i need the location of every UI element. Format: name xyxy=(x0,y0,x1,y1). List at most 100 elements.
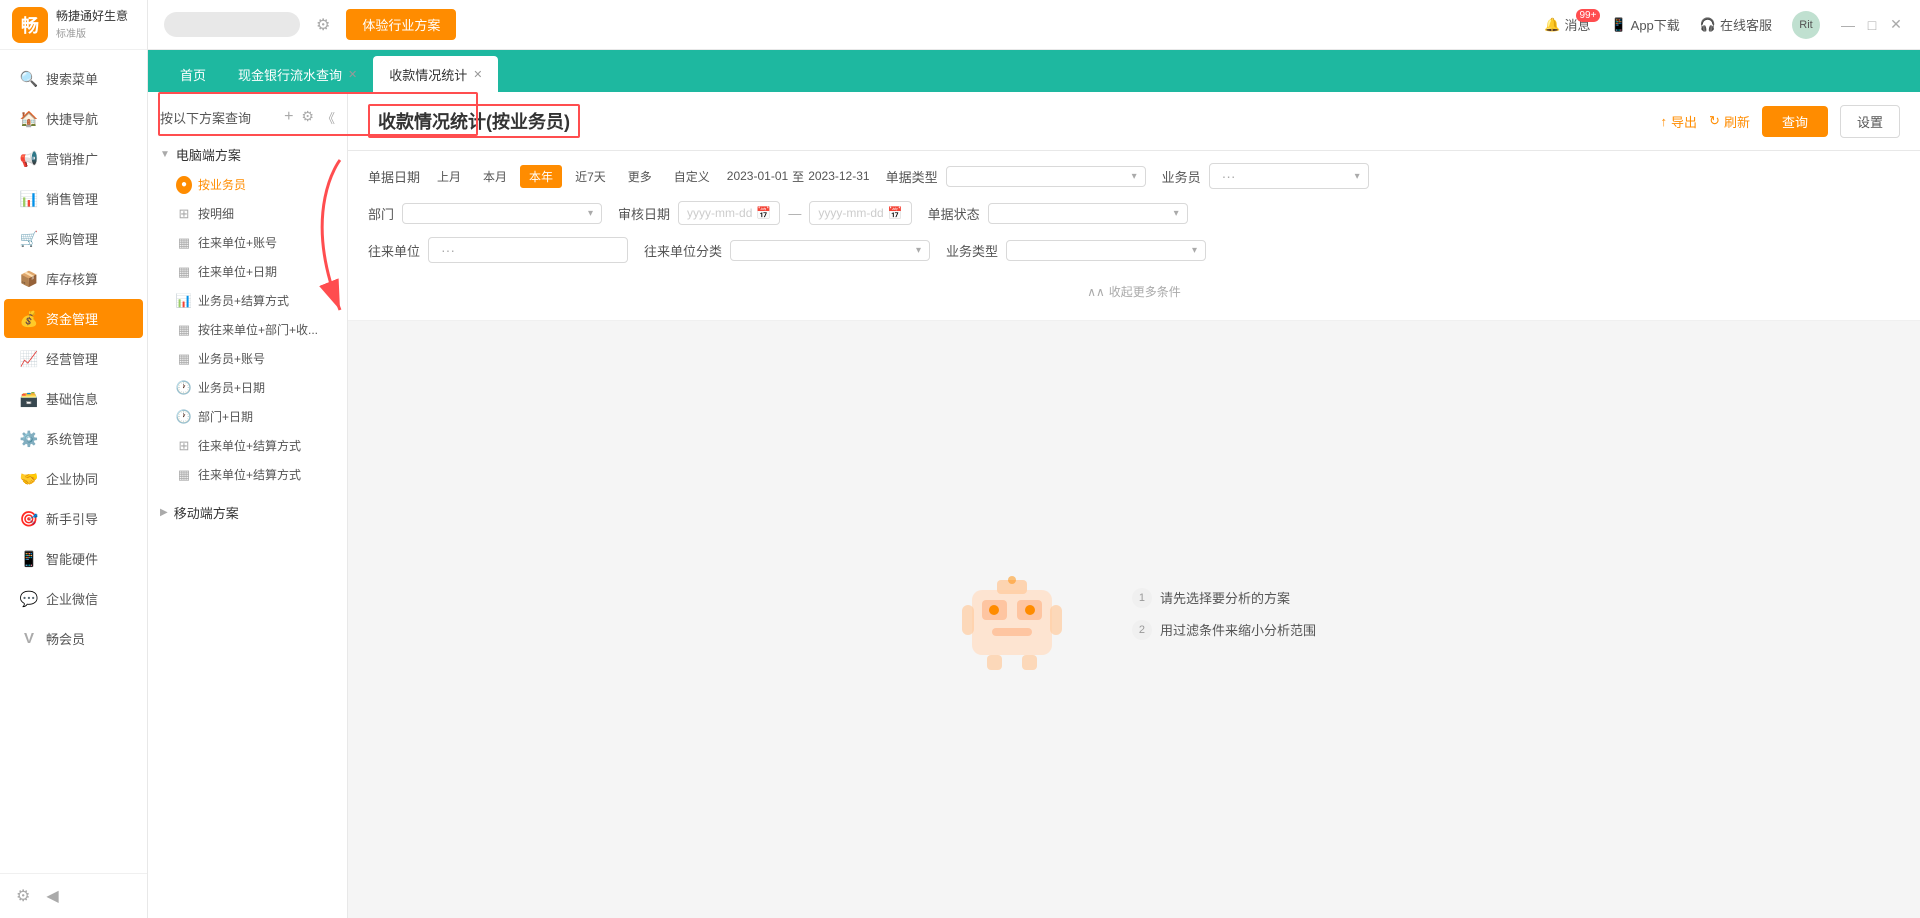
tab-bank-close[interactable]: ✕ xyxy=(348,68,357,81)
voucher-type-select[interactable]: ▾ xyxy=(946,166,1146,187)
export-icon: ↑ xyxy=(1661,114,1668,129)
sidebar-item-sales[interactable]: 📊 销售管理 xyxy=(4,179,143,218)
date-tab-last-month[interactable]: 上月 xyxy=(428,165,470,188)
topbar-settings-icon[interactable]: ⚙ xyxy=(316,15,330,35)
side-panel-header: 按以下方案查询 + ⚙ 《 xyxy=(148,100,347,135)
export-btn[interactable]: ↑ 导出 xyxy=(1661,112,1698,131)
user-avatar: Rit xyxy=(1792,11,1820,39)
tree-child-counterpart-settlement1[interactable]: ⊞ 往来单位+结算方式 xyxy=(148,431,347,460)
detail-scheme-icon: ⊞ xyxy=(176,206,192,222)
salesman-more[interactable]: ··· xyxy=(1222,168,1236,184)
salesman-select[interactable]: ··· ▾ xyxy=(1209,163,1369,189)
tab-home[interactable]: 首页 xyxy=(164,56,222,92)
date-tab-7days[interactable]: 近7天 xyxy=(566,165,615,188)
sidebar-item-purchase[interactable]: 🛒 采购管理 xyxy=(4,219,143,258)
query-btn[interactable]: 查询 xyxy=(1762,106,1828,137)
tree-parent-mobile[interactable]: ▶ 移动端方案 xyxy=(148,497,347,528)
sidebar-item-basic[interactable]: 🗃️ 基础信息 xyxy=(4,379,143,418)
tree-child-counterpart-dept[interactable]: ▦ 按往来单位+部门+收... xyxy=(148,315,347,344)
sidebar-item-inventory[interactable]: 📦 库存核算 xyxy=(4,259,143,298)
topbar-right: 🔔 消息 99+ 📱 App下载 🎧 在线客服 Rit — □ ✕ xyxy=(1544,11,1904,39)
sidebar-item-quicknav[interactable]: 🏠 快捷导航 xyxy=(4,99,143,138)
tree-parent-pc-label: 电脑端方案 xyxy=(176,145,241,164)
salesman-filter: 业务员 ··· ▾ xyxy=(1162,163,1369,189)
salesman-settlement-icon: 📊 xyxy=(176,293,192,309)
tab-bank[interactable]: 现金银行流水查询 ✕ xyxy=(222,56,373,92)
main-area: ⚙ 体验行业方案 🔔 消息 99+ 📱 App下载 🎧 在线客服 Rit xyxy=(148,0,1920,918)
voucher-type-label: 单据类型 xyxy=(886,167,938,186)
user-area[interactable]: Rit xyxy=(1792,11,1820,39)
sidebar-item-enterprise[interactable]: 🤝 企业协同 xyxy=(4,459,143,498)
sidebar-item-marketing[interactable]: 📢 营销推广 xyxy=(4,139,143,178)
voucher-status-select[interactable]: ▾ xyxy=(988,203,1188,224)
app-download-btn[interactable]: 📱 App下载 xyxy=(1610,15,1679,34)
sidebar-item-finance[interactable]: 💰 资金管理 xyxy=(4,299,143,338)
date-tab-this-month[interactable]: 本月 xyxy=(474,165,516,188)
settings-footer-icon[interactable]: ⚙ xyxy=(16,886,30,906)
tab-collection[interactable]: 收款情况统计 ✕ xyxy=(373,56,498,92)
tab-collection-close[interactable]: ✕ xyxy=(473,68,482,81)
business-type-chevron: ▾ xyxy=(1192,245,1197,256)
scheme-settings-icon[interactable]: ⚙ xyxy=(301,108,314,127)
counterpart-more[interactable]: ··· xyxy=(441,242,455,258)
sidebar-item-enterprise-label: 企业协同 xyxy=(46,469,98,488)
minimize-btn[interactable]: — xyxy=(1840,17,1856,33)
audit-date-start[interactable]: yyyy-mm-dd 📅 xyxy=(678,201,780,225)
refresh-icon: ↻ xyxy=(1709,113,1720,129)
tree-child-cs1-label: 往来单位+结算方式 xyxy=(198,437,301,454)
tree-child-salesman-date[interactable]: 🕐 业务员+日期 xyxy=(148,373,347,402)
collapse-sidebar-icon[interactable]: ◀ xyxy=(46,886,58,906)
tree-child-salesman-settlement[interactable]: 📊 业务员+结算方式 xyxy=(148,286,347,315)
salesman-chevron: ▾ xyxy=(1355,171,1360,182)
tree-child-by-salesman[interactable]: ● 按业务员 xyxy=(148,170,347,199)
dept-date-icon: 🕐 xyxy=(176,409,192,425)
sidebar-item-hardware[interactable]: 📱 智能硬件 xyxy=(4,539,143,578)
tree-child-by-salesman-label: 按业务员 xyxy=(198,176,246,193)
service-icon: 🎧 xyxy=(1700,17,1716,33)
tree-child-by-detail[interactable]: ⊞ 按明细 xyxy=(148,199,347,228)
tree-child-counterpart-settlement2[interactable]: ▦ 往来单位+结算方式 xyxy=(148,460,347,489)
sidebar-item-operations[interactable]: 📈 经营管理 xyxy=(4,339,143,378)
robot-svg xyxy=(952,550,1072,670)
sidebar-item-wechat[interactable]: 💬 企业微信 xyxy=(4,579,143,618)
collapse-panel-icon[interactable]: 《 xyxy=(322,108,335,127)
dept-select[interactable]: ▾ xyxy=(402,203,602,224)
tree-child-by-detail-label: 按明细 xyxy=(198,205,234,222)
sidebar-item-guide[interactable]: 🎯 新手引导 xyxy=(4,499,143,538)
date-tab-more[interactable]: 更多 xyxy=(619,165,661,188)
dept-label: 部门 xyxy=(368,204,394,223)
sidebar-item-operations-label: 经营管理 xyxy=(46,349,98,368)
tree-child-counterpart-date[interactable]: ▦ 往来单位+日期 xyxy=(148,257,347,286)
audit-date-end[interactable]: yyyy-mm-dd 📅 xyxy=(809,201,911,225)
collapse-filters-btn[interactable]: ∧∧ 收起更多条件 xyxy=(368,275,1900,308)
sidebar-item-system[interactable]: ⚙️ 系统管理 xyxy=(4,419,143,458)
enterprise-icon: 🤝 xyxy=(20,470,38,488)
date-sep: 至 xyxy=(792,168,804,185)
sidebar-nav: 🔍 搜索菜单 🏠 快捷导航 📢 营销推广 📊 销售管理 🛒 采购管理 📦 库存核… xyxy=(0,50,147,873)
date-tab-this-year[interactable]: 本年 xyxy=(520,165,562,188)
tree-child-salesman-account[interactable]: ▦ 业务员+账号 xyxy=(148,344,347,373)
basic-icon: 🗃️ xyxy=(20,390,38,408)
online-service-btn[interactable]: 🎧 在线客服 xyxy=(1700,15,1772,34)
tree-child-counterpart-account[interactable]: ▦ 往来单位+账号 xyxy=(148,228,347,257)
business-type-select[interactable]: ▾ xyxy=(1006,240,1206,261)
messages-btn[interactable]: 🔔 消息 99+ xyxy=(1544,15,1590,34)
counterpart-select[interactable]: ··· xyxy=(428,237,628,263)
counterpart-label: 往来单位 xyxy=(368,241,420,260)
main-content: 收款情况统计(按业务员) ↑ 导出 ↻ 刷新 查询 设置 xyxy=(348,92,1920,918)
empty-content: 1 请先选择要分析的方案 2 用过滤条件来缩小分析范围 xyxy=(952,550,1316,690)
sidebar-item-search[interactable]: 🔍 搜索菜单 xyxy=(4,59,143,98)
calendar-icon: 📅 xyxy=(756,206,771,220)
sidebar-item-member[interactable]: V 畅会员 xyxy=(4,619,143,658)
date-tab-custom[interactable]: 自定义 xyxy=(665,165,719,188)
maximize-btn[interactable]: □ xyxy=(1864,17,1880,33)
tree-parent-pc[interactable]: ▼ 电脑端方案 xyxy=(148,139,347,170)
counterpart-category-select[interactable]: ▾ xyxy=(730,240,930,261)
add-scheme-icon[interactable]: + xyxy=(284,108,293,127)
settings-btn[interactable]: 设置 xyxy=(1840,105,1900,138)
member-icon: V xyxy=(20,630,38,648)
demo-btn[interactable]: 体验行业方案 xyxy=(346,9,456,40)
refresh-btn[interactable]: ↻ 刷新 xyxy=(1709,112,1750,131)
close-btn[interactable]: ✕ xyxy=(1888,17,1904,33)
tree-child-dept-date[interactable]: 🕐 部门+日期 xyxy=(148,402,347,431)
